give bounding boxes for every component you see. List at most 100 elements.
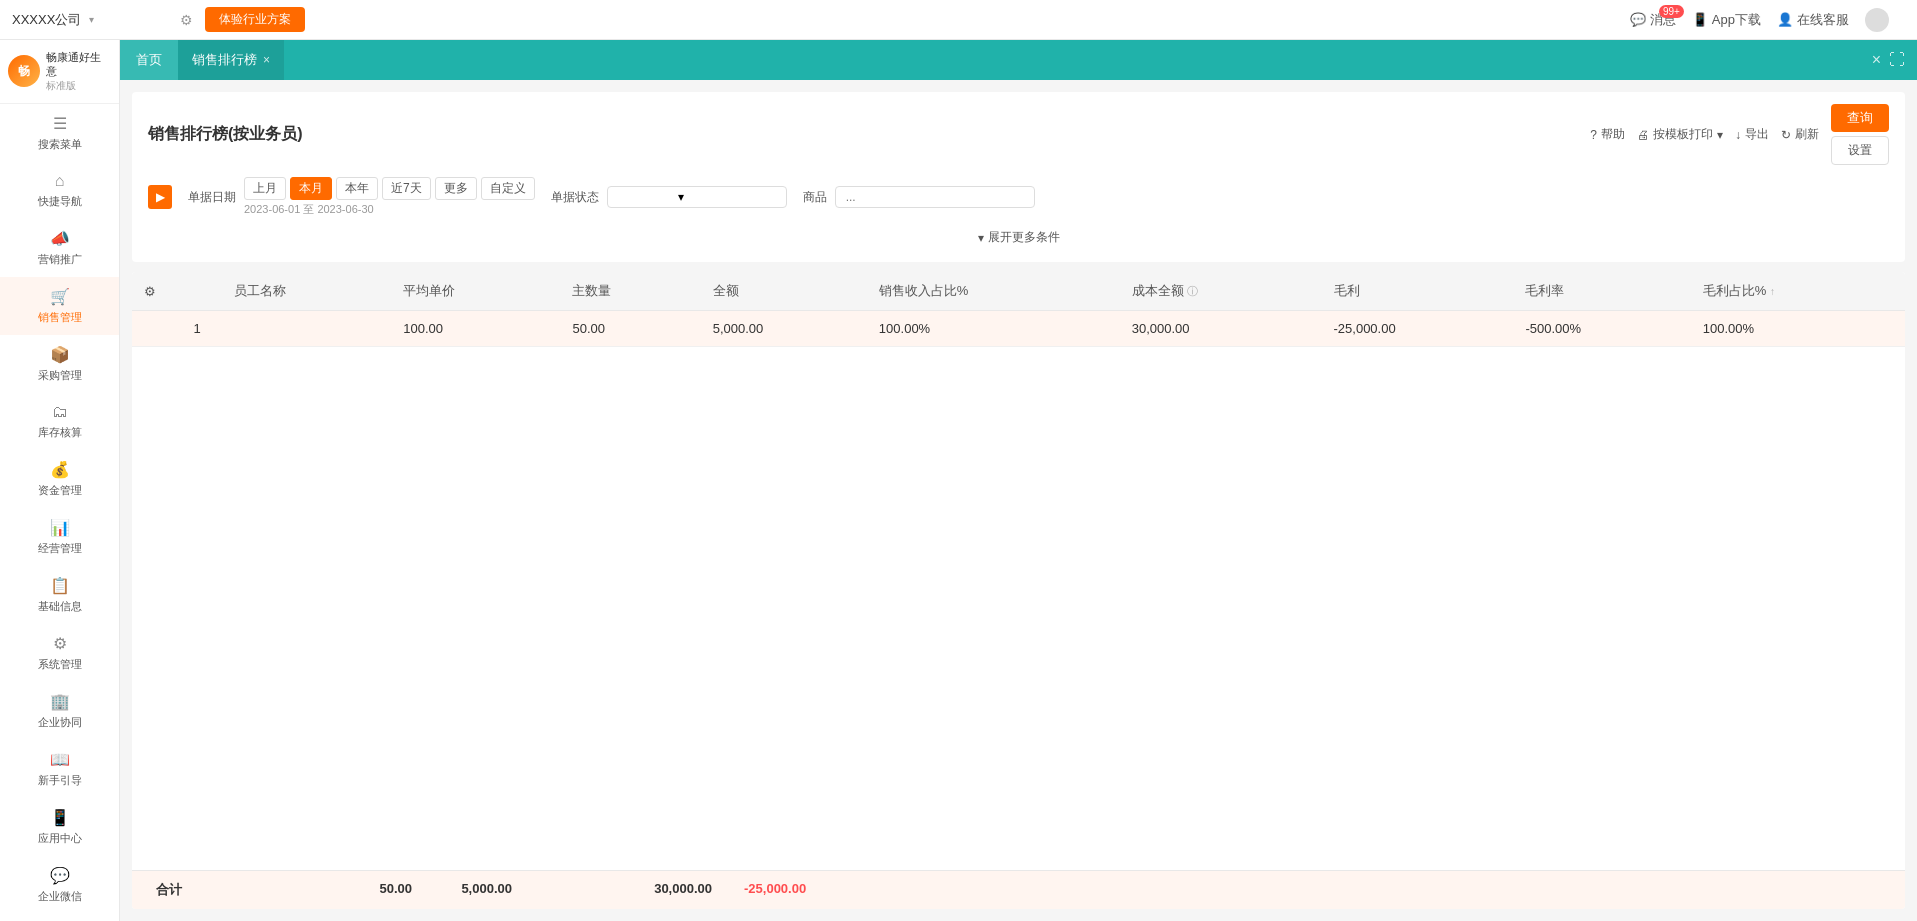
sidebar-item-guide[interactable]: 📖 新手引导 <box>0 740 119 798</box>
wechat-icon: 💬 <box>50 866 70 885</box>
tab-home[interactable]: 首页 <box>120 40 178 80</box>
date-btn-this-year[interactable]: 本年 <box>336 177 378 200</box>
footer-gross-profit: -25,000.00 <box>724 881 824 899</box>
sidebar-item-vip[interactable]: V 畅会员 <box>0 914 119 921</box>
sales-icon: 🛒 <box>50 287 70 306</box>
td-amount: 5,000.00 <box>701 311 867 347</box>
guide-icon: 📖 <box>50 750 70 769</box>
logo-area: 畅 畅康通好生意 标准版 <box>0 40 119 104</box>
sidebar-item-sales[interactable]: 🛒 销售管理 <box>0 277 119 335</box>
cost-amount-info-icon[interactable]: ⓘ <box>1187 285 1198 297</box>
footer-spacer1 <box>524 881 624 899</box>
date-filter-group: 单据日期 上月 本月 本年 近7天 更多 自定义 2023-06-01 至 20… <box>188 177 535 217</box>
more-conditions-btn[interactable]: ▾ 展开更多条件 <box>148 225 1889 250</box>
export-btn[interactable]: ↓ 导出 <box>1735 126 1769 143</box>
sidebar-item-search-orders[interactable]: ☰ 搜索菜单 <box>0 104 119 162</box>
filter-toggle-btn[interactable]: ▶ <box>148 185 172 209</box>
table-card: ⚙ 员工名称 平均单价 主数量 全额 销售收入占比% 成本全额 ⓘ <box>132 272 1905 909</box>
footer-cost-amount: 30,000.00 <box>624 881 724 899</box>
logo-line1: 畅康通好生意 <box>46 50 111 79</box>
sidebar-label-basic: 基础信息 <box>38 599 82 614</box>
sidebar-item-wechat[interactable]: 💬 企业微信 <box>0 856 119 914</box>
sidebar-item-quick-nav[interactable]: ⌂ 快捷导航 <box>0 162 119 219</box>
tab-active-label: 销售排行榜 <box>192 51 257 69</box>
date-btn-last-month[interactable]: 上月 <box>244 177 286 200</box>
gross-pct-info-icon[interactable]: ↑ <box>1770 286 1775 297</box>
sidebar-label-system: 系统管理 <box>38 657 82 672</box>
company-settings-icon[interactable]: ⚙ <box>180 12 193 28</box>
td-rank: 1 <box>172 311 222 347</box>
date-btn-custom[interactable]: 自定义 <box>481 177 535 200</box>
td-row-settings <box>132 311 172 347</box>
settings-col-icon[interactable]: ⚙ <box>144 284 156 299</box>
online-service-label: 在线客服 <box>1797 11 1849 29</box>
table-row: 1 100.00 50.00 5,000.00 100.00% 30,000.0… <box>132 311 1905 347</box>
sidebar-item-purchase[interactable]: 📦 采购管理 <box>0 335 119 393</box>
td-avg-price: 100.00 <box>391 311 560 347</box>
page-content: 销售排行榜(按业务员) ? 帮助 🖨 按模板打印 ▾ ↓ <box>120 80 1917 921</box>
sidebar-item-enterprise[interactable]: 🏢 企业协同 <box>0 682 119 740</box>
footer-qty: 50.00 <box>344 881 424 899</box>
purchase-icon: 📦 <box>50 345 70 364</box>
date-btn-this-month[interactable]: 本月 <box>290 177 332 200</box>
table-header-row: ⚙ 员工名称 平均单价 主数量 全额 销售收入占比% 成本全额 ⓘ <box>132 272 1905 311</box>
tab-home-label: 首页 <box>136 51 162 69</box>
help-icon: ? <box>1590 128 1597 142</box>
th-amount: 全额 <box>701 272 867 311</box>
settings-btn[interactable]: 设置 <box>1831 136 1889 165</box>
th-settings: ⚙ <box>132 272 172 311</box>
td-qty: 50.00 <box>560 311 700 347</box>
sidebar-label-quick-nav: 快捷导航 <box>38 194 82 209</box>
company-selector[interactable]: XXXXX公司 ▾ <box>12 11 172 29</box>
sidebar-label-apps: 应用中心 <box>38 831 82 846</box>
app-download-btn[interactable]: 📱 App下载 <box>1692 11 1761 29</box>
td-sales-pct: 100.00% <box>867 311 1120 347</box>
print-template-btn[interactable]: 🖨 按模板打印 ▾ <box>1637 126 1723 143</box>
th-gross-pct: 毛利占比% ↑ <box>1691 272 1905 311</box>
window-close-btn[interactable]: × <box>1872 51 1881 69</box>
sidebar-item-marketing[interactable]: 📣 营销推广 <box>0 219 119 277</box>
status-select[interactable]: ▾ <box>607 186 787 208</box>
inventory-icon: 🗂 <box>52 403 68 421</box>
footer-total-label: 合计 <box>144 881 344 899</box>
table-footer: 合计 50.00 5,000.00 30,000.00 -25,000.00 <box>132 870 1905 909</box>
logo-line2: 标准版 <box>46 79 111 93</box>
avatar[interactable] <box>1865 8 1889 32</box>
sidebar-item-finance[interactable]: 💰 资金管理 <box>0 450 119 508</box>
sidebar-item-apps[interactable]: 📱 应用中心 <box>0 798 119 856</box>
sidebar-item-inventory[interactable]: 🗂 库存核算 <box>0 393 119 450</box>
table-scroll[interactable]: ⚙ 员工名称 平均单价 主数量 全额 销售收入占比% 成本全额 ⓘ <box>132 272 1905 870</box>
app-icon: 📱 <box>1692 12 1708 27</box>
date-btn-more[interactable]: 更多 <box>435 177 477 200</box>
sidebar-label-enterprise: 企业协同 <box>38 715 82 730</box>
footer-amount: 5,000.00 <box>424 881 524 899</box>
message-icon: 💬 <box>1630 12 1646 27</box>
th-avg-price: 平均单价 <box>391 272 560 311</box>
online-service-btn[interactable]: 👤 在线客服 <box>1777 11 1849 29</box>
tab-close-btn[interactable]: × <box>263 53 270 67</box>
goods-input[interactable] <box>835 186 1035 208</box>
sidebar-item-operations[interactable]: 📊 经营管理 <box>0 508 119 566</box>
date-btn-7days[interactable]: 近7天 <box>382 177 431 200</box>
print-icon: 🖨 <box>1637 128 1649 142</box>
th-name: 员工名称 <box>222 272 391 311</box>
print-arrow-icon: ▾ <box>1717 128 1723 142</box>
window-maximize-btn[interactable]: ⛶ <box>1889 51 1905 69</box>
page-title-row: 销售排行榜(按业务员) ? 帮助 🖨 按模板打印 ▾ ↓ <box>148 104 1889 165</box>
refresh-icon: ↻ <box>1781 128 1791 142</box>
goods-filter-group: 商品 <box>803 186 1035 208</box>
th-gross-margin: 毛利率 <box>1513 272 1690 311</box>
basic-icon: 📋 <box>50 576 70 595</box>
filter-card: 销售排行榜(按业务员) ? 帮助 🖨 按模板打印 ▾ ↓ <box>132 92 1905 262</box>
operations-icon: 📊 <box>50 518 70 537</box>
notification-btn[interactable]: 💬 消息 99+ <box>1630 11 1676 29</box>
refresh-btn[interactable]: ↻ 刷新 <box>1781 126 1819 143</box>
sidebar-item-basic[interactable]: 📋 基础信息 <box>0 566 119 624</box>
content-area: 首页 销售排行榜 × × ⛶ 销售排行榜(按业务员) ? 帮助 <box>120 40 1917 921</box>
trial-btn[interactable]: 体验行业方案 <box>205 7 305 32</box>
sidebar-item-system[interactable]: ⚙ 系统管理 <box>0 624 119 682</box>
company-name: XXXXX公司 <box>12 11 81 29</box>
query-btn[interactable]: 查询 <box>1831 104 1889 132</box>
tab-sales-ranking[interactable]: 销售排行榜 × <box>178 40 284 80</box>
help-btn[interactable]: ? 帮助 <box>1590 126 1625 143</box>
